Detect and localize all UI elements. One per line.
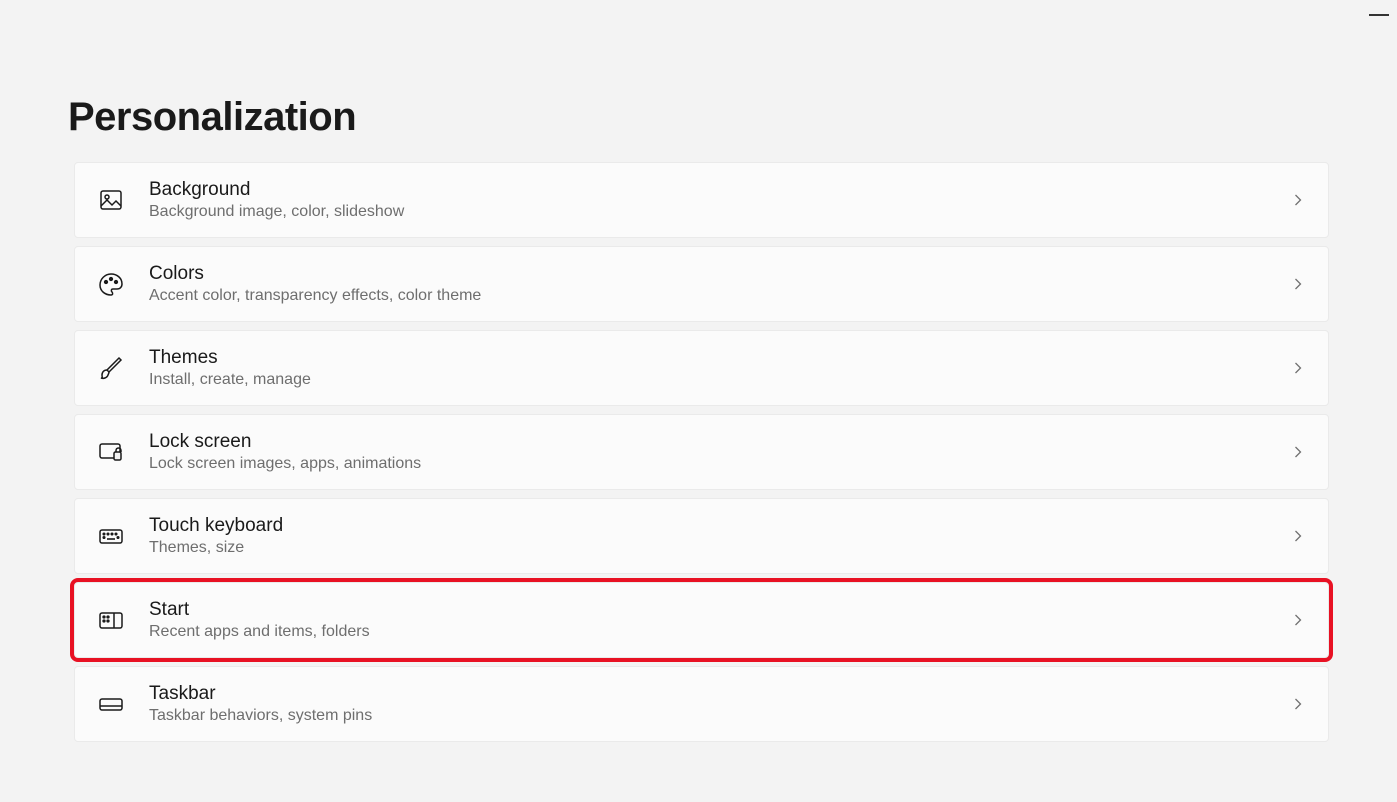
setting-text: Start Recent apps and items, folders — [149, 599, 1266, 641]
setting-item-title: Themes — [149, 347, 1266, 369]
setting-item-lock-screen[interactable]: Lock screen Lock screen images, apps, an… — [74, 414, 1329, 490]
setting-item-description: Accent color, transparency effects, colo… — [149, 287, 1266, 305]
setting-item-title: Taskbar — [149, 683, 1266, 705]
setting-item-taskbar[interactable]: Taskbar Taskbar behaviors, system pins — [74, 666, 1329, 742]
setting-item-description: Themes, size — [149, 539, 1266, 557]
lock-screen-icon — [97, 438, 125, 466]
setting-item-description: Lock screen images, apps, animations — [149, 455, 1266, 473]
setting-item-colors[interactable]: Colors Accent color, transparency effect… — [74, 246, 1329, 322]
page-title: Personalization — [68, 95, 1329, 140]
chevron-right-icon — [1290, 192, 1306, 208]
setting-text: Themes Install, create, manage — [149, 347, 1266, 389]
start-icon — [97, 606, 125, 634]
main-content: Personalization Background Background im… — [0, 0, 1397, 742]
minimize-button[interactable] — [1369, 14, 1389, 16]
setting-text: Taskbar Taskbar behaviors, system pins — [149, 683, 1266, 725]
setting-text: Background Background image, color, slid… — [149, 179, 1266, 221]
setting-text: Lock screen Lock screen images, apps, an… — [149, 431, 1266, 473]
setting-item-touch-keyboard[interactable]: Touch keyboard Themes, size — [74, 498, 1329, 574]
setting-item-title: Background — [149, 179, 1266, 201]
chevron-right-icon — [1290, 360, 1306, 376]
setting-item-description: Recent apps and items, folders — [149, 623, 1266, 641]
chevron-right-icon — [1290, 528, 1306, 544]
setting-item-title: Lock screen — [149, 431, 1266, 453]
settings-list: Background Background image, color, slid… — [68, 162, 1329, 742]
chevron-right-icon — [1290, 612, 1306, 628]
setting-item-description: Taskbar behaviors, system pins — [149, 707, 1266, 725]
setting-item-start[interactable]: Start Recent apps and items, folders — [74, 582, 1329, 658]
chevron-right-icon — [1290, 276, 1306, 292]
setting-item-description: Background image, color, slideshow — [149, 203, 1266, 221]
setting-item-description: Install, create, manage — [149, 371, 1266, 389]
setting-item-background[interactable]: Background Background image, color, slid… — [74, 162, 1329, 238]
image-icon — [97, 186, 125, 214]
setting-text: Colors Accent color, transparency effect… — [149, 263, 1266, 305]
setting-item-themes[interactable]: Themes Install, create, manage — [74, 330, 1329, 406]
setting-item-title: Start — [149, 599, 1266, 621]
keyboard-icon — [97, 522, 125, 550]
brush-icon — [97, 354, 125, 382]
taskbar-icon — [97, 690, 125, 718]
palette-icon — [97, 270, 125, 298]
setting-text: Touch keyboard Themes, size — [149, 515, 1266, 557]
chevron-right-icon — [1290, 696, 1306, 712]
setting-item-title: Colors — [149, 263, 1266, 285]
setting-item-title: Touch keyboard — [149, 515, 1266, 537]
chevron-right-icon — [1290, 444, 1306, 460]
